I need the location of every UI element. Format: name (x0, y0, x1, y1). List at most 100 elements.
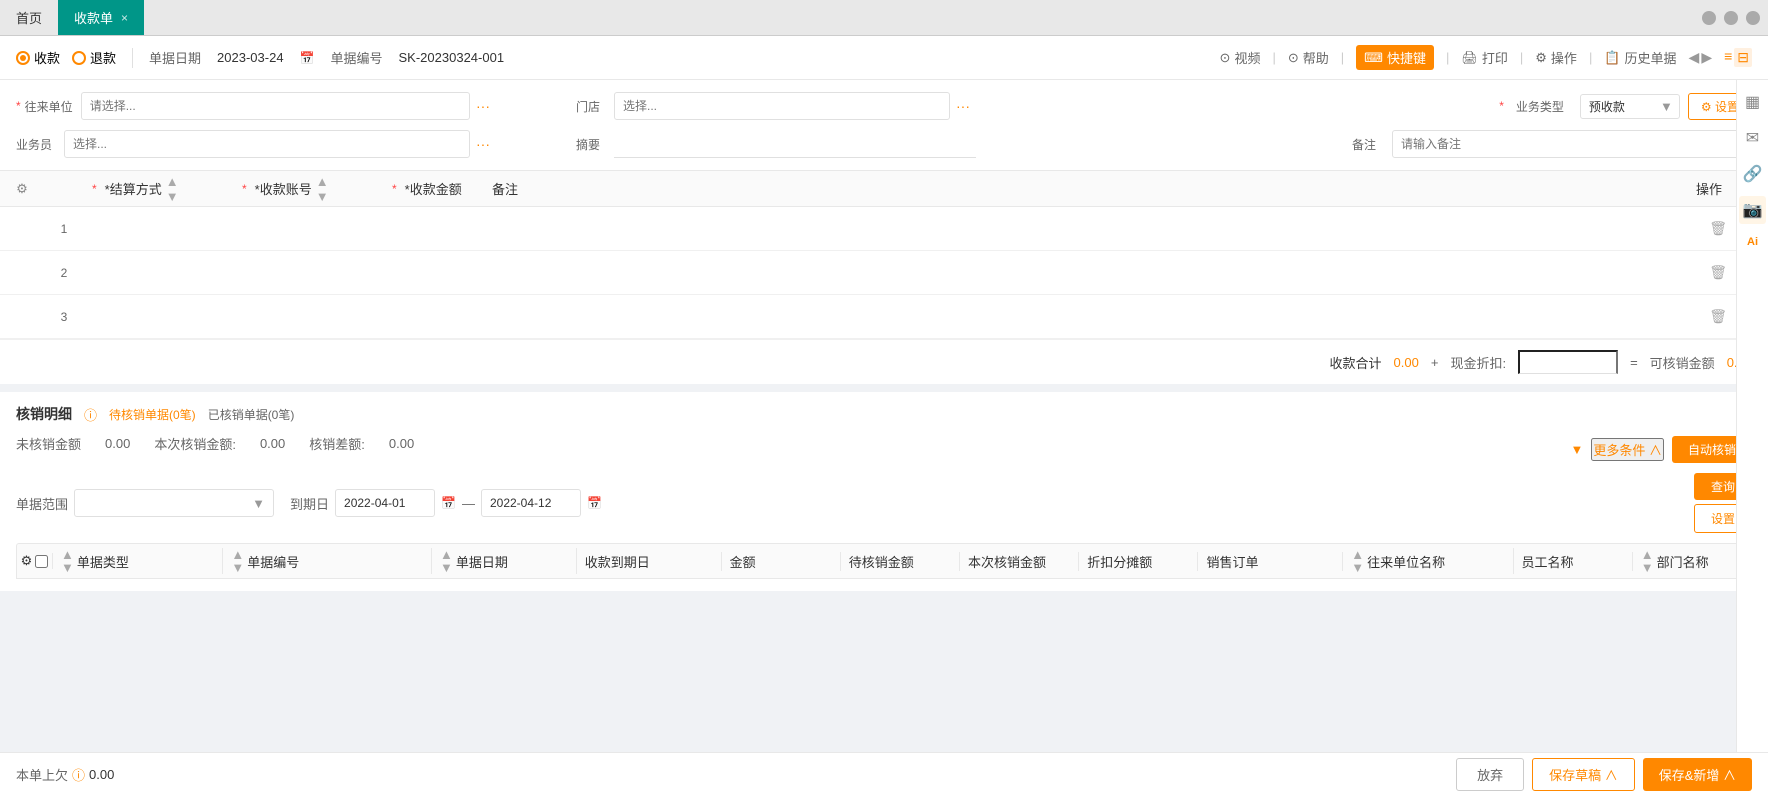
staff-field: 业务员 ··· (16, 130, 496, 158)
maximize-button[interactable] (1724, 11, 1738, 25)
vth-discount: 折扣分摊额 (1079, 552, 1198, 571)
save-new-button[interactable]: 保存&新增 ∧ (1643, 758, 1752, 791)
right-sidebar: ▦ ✉ 🔗 📷 Ai (1736, 80, 1768, 752)
business-select[interactable]: 预收款 ▼ (1580, 94, 1680, 119)
summary-input[interactable] (614, 130, 976, 158)
ai-label[interactable]: Ai (1747, 236, 1758, 248)
vth-partner: ▲▼ 往来单位名称 (1343, 548, 1513, 574)
this-cancel-label: 本次核销金额: (154, 434, 236, 453)
diff-value: 0.00 (389, 436, 414, 451)
table-settings-col: ⚙ (0, 181, 44, 197)
due-to-input[interactable] (481, 489, 581, 517)
range-select-arrow: ▼ (252, 496, 265, 511)
partner-sort-icon[interactable]: ▲▼ (1351, 548, 1364, 574)
action-btn[interactable]: ⚙ 操作 (1535, 48, 1577, 67)
print-btn[interactable]: 🖨 打印 (1461, 48, 1508, 67)
tab-home-label: 首页 (16, 8, 42, 27)
shortcut-btn[interactable]: ⌨ 快捷键 (1356, 45, 1434, 70)
form-row-2: 业务员 ··· 摘要 备注 (16, 130, 1752, 158)
sidebar-table-icon[interactable]: ▦ (1741, 88, 1764, 116)
date-label: 单据日期 (149, 48, 201, 67)
verify-title-text: 核销明细 (16, 404, 72, 424)
account-sort-icon[interactable]: ▲▼ (316, 174, 329, 204)
partner-input[interactable] (81, 92, 470, 120)
toolbar: 收款 退款 单据日期 2023-03-24 📅 单据编号 SK-20230324… (0, 36, 1768, 80)
table-gear-icon[interactable]: ⚙ (16, 181, 28, 197)
due-from-input[interactable] (335, 489, 435, 517)
th-remark: 备注 (484, 179, 1688, 198)
pending-tab[interactable]: 待核销单据(0笔) (109, 406, 196, 423)
settle-sort-icon[interactable]: ▲▼ (166, 174, 179, 204)
due-from-calendar-icon[interactable]: 📅 (441, 496, 456, 510)
business-label: 业务类型 (1516, 98, 1564, 115)
receipt-table: ⚙ * *结算方式 ▲▼ * *收款账号 ▲▼ * *收款金额 备注 操作 1 (0, 171, 1768, 339)
staff-more-icon[interactable]: ··· (470, 136, 496, 152)
video-btn[interactable]: ⊙ 视频 (1220, 48, 1261, 67)
tab-close-icon[interactable]: × (121, 11, 128, 25)
discount-input[interactable] (1518, 350, 1618, 374)
range-select[interactable]: ▼ (74, 489, 274, 517)
shop-more-icon[interactable]: ··· (950, 98, 976, 114)
dept-sort-icon[interactable]: ▲▼ (1641, 548, 1654, 574)
grid-view-icon[interactable]: ⊟ (1734, 48, 1752, 67)
sidebar-camera-icon[interactable]: 📷 (1739, 196, 1767, 224)
carry-info-icon[interactable]: ⓘ (72, 765, 85, 784)
total-label: 收款合计 (1330, 353, 1382, 372)
business-value: 预收款 (1589, 98, 1625, 115)
history-btn[interactable]: 📋 历史单据 (1604, 48, 1676, 67)
shortcut-icon: ⌨ (1364, 50, 1383, 66)
shop-label: 门店 (576, 98, 606, 115)
table-row: 1 🗑 ⊕ (0, 207, 1768, 251)
staff-input[interactable] (64, 130, 470, 158)
remark-field: 备注 (1352, 130, 1752, 158)
summary-field: 摘要 (576, 130, 976, 158)
num-value: SK-20230324-001 (399, 50, 505, 65)
plus-sign: + (1431, 355, 1439, 370)
save-draft-button[interactable]: 保存草稿 ∧ (1532, 758, 1635, 791)
minimize-button[interactable] (1702, 11, 1716, 25)
type-sort-icon[interactable]: ▲▼ (61, 548, 74, 574)
action-icon: ⚙ (1535, 50, 1547, 66)
verify-section: 核销明细 ⓘ 待核销单据(0笔) 已核销单据(0笔) 未核销金额 0.00 本次… (0, 392, 1768, 591)
row-1-delete-icon[interactable]: 🗑 (1709, 220, 1727, 237)
nav-prev-icon[interactable]: ◀ (1689, 49, 1700, 66)
sidebar-attach-icon[interactable]: 🔗 (1739, 160, 1767, 188)
print-label: 打印 (1482, 48, 1508, 67)
print-icon: 🖨 (1461, 50, 1478, 66)
abandon-button[interactable]: 放弃 (1456, 758, 1524, 791)
date-sort-icon[interactable]: ▲▼ (440, 548, 453, 574)
list-view-icon[interactable]: ≡ (1724, 48, 1732, 67)
table-gear-2-icon[interactable]: ⚙ (21, 553, 33, 569)
tab-home[interactable]: 首页 (0, 0, 58, 35)
remark-input[interactable] (1392, 130, 1752, 158)
shop-input[interactable] (614, 92, 950, 120)
select-all-checkbox[interactable] (35, 555, 48, 568)
num-sort-icon[interactable]: ▲▼ (231, 548, 244, 574)
vth-staff: 员工名称 (1514, 552, 1633, 571)
close-button[interactable] (1746, 11, 1760, 25)
partner-label: 往来单位 (25, 98, 73, 115)
verify-info-icon[interactable]: ⓘ (84, 405, 97, 424)
done-tab[interactable]: 已核销单据(0笔) (208, 406, 295, 423)
row-3-delete-icon[interactable]: 🗑 (1709, 308, 1727, 325)
due-to-calendar-icon[interactable]: 📅 (587, 496, 602, 510)
sidebar-mail-icon[interactable]: ✉ (1742, 124, 1763, 152)
row-2-index: 2 (44, 266, 84, 280)
help-label: 帮助 (1303, 48, 1329, 67)
refund-radio[interactable]: 退款 (72, 48, 116, 67)
more-filters-btn[interactable]: 更多条件 ∧ (1591, 438, 1664, 461)
row-2-delete-icon[interactable]: 🗑 (1709, 264, 1727, 281)
tab-receipt[interactable]: 收款单 × (58, 0, 144, 35)
discount-label: 现金折扣: (1450, 353, 1506, 372)
vth-thisamt: 本次核销金额 (960, 552, 1079, 571)
date-calendar-icon[interactable]: 📅 (300, 51, 315, 65)
nav-next-icon[interactable]: ▶ (1701, 49, 1712, 66)
form-row-1: * 往来单位 ··· 门店 ··· * 业务类型 预收款 ▼ ⚙ 设置 (16, 92, 1752, 120)
help-btn[interactable]: ⊙ 帮助 (1288, 48, 1329, 67)
tab-bar: 首页 收款单 × (0, 0, 1768, 36)
toolbar-right: ⊙ 视频 | ⊙ 帮助 | ⌨ 快捷键 | 🖨 打印 | ⚙ 操作 | 📋 历史… (1220, 45, 1752, 70)
partner-field: * 往来单位 ··· (16, 92, 496, 120)
receipt-radio[interactable]: 收款 (16, 48, 60, 67)
filter-right: ▼ 更多条件 ∧ 自动核销 (1570, 436, 1752, 463)
partner-more-icon[interactable]: ··· (470, 98, 496, 114)
